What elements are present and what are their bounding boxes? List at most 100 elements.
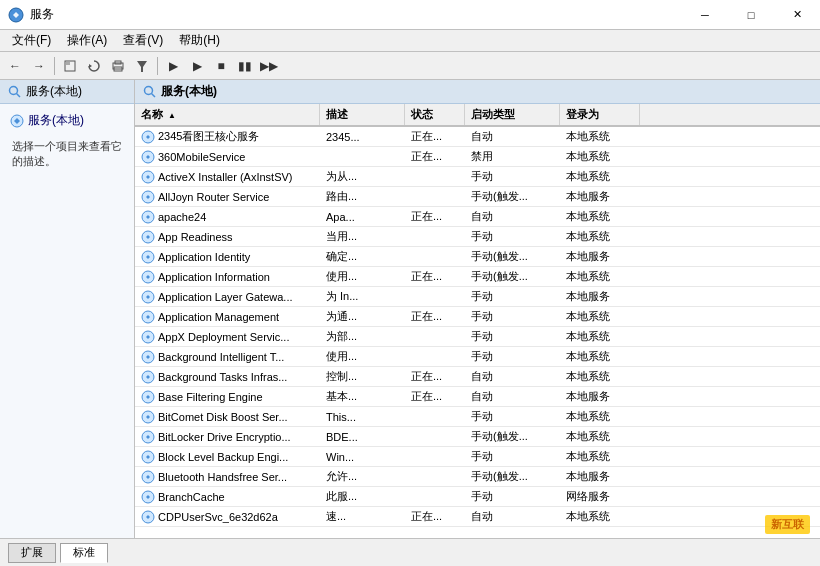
service-name-text: Base Filtering Engine: [158, 391, 263, 403]
title-bar-controls: ─ □ ✕: [682, 0, 820, 30]
tab-standard[interactable]: 标准: [60, 543, 108, 563]
toolbar-filter[interactable]: [131, 55, 153, 77]
cell-start: 自动: [465, 127, 560, 146]
toolbar-play[interactable]: ▶: [162, 55, 184, 77]
table-row[interactable]: Base Filtering Engine 基本... 正在... 自动 本地服…: [135, 387, 820, 407]
cell-login: 本地系统: [560, 347, 640, 366]
toolbar-sep-2: [157, 57, 158, 75]
cell-status: [405, 335, 465, 339]
cell-login: 本地系统: [560, 227, 640, 246]
cell-name: Background Tasks Infras...: [135, 368, 320, 386]
table-row[interactable]: AllJoyn Router Service 路由... 手动(触发... 本地…: [135, 187, 820, 207]
col-header-name[interactable]: 名称 ▲: [135, 104, 320, 125]
toolbar-sep-1: [54, 57, 55, 75]
service-name-text: Block Level Backup Engi...: [158, 451, 288, 463]
cell-desc: 基本...: [320, 387, 405, 406]
status-bar: 扩展 标准: [0, 538, 820, 566]
menu-view[interactable]: 查看(V): [115, 30, 171, 51]
minimize-button[interactable]: ─: [682, 0, 728, 30]
left-pane: 服务(本地) 服务(本地) 选择一个项目来查看它的描述。: [0, 80, 135, 538]
toolbar-up[interactable]: [59, 55, 81, 77]
table-row[interactable]: BitComet Disk Boost Ser... This... 手动 本地…: [135, 407, 820, 427]
table-row[interactable]: Background Intelligent T... 使用... 手动 本地系…: [135, 347, 820, 367]
table-row[interactable]: CDPUserSvc_6e32d62a 速... 正在... 自动 本地系统: [135, 507, 820, 527]
toolbar-play2[interactable]: ▶: [186, 55, 208, 77]
table-row[interactable]: Background Tasks Infras... 控制... 正在... 自…: [135, 367, 820, 387]
cell-status: [405, 255, 465, 259]
toolbar-back[interactable]: ←: [4, 55, 26, 77]
service-name-text: CDPUserSvc_6e32d62a: [158, 511, 278, 523]
cell-status: 正在...: [405, 367, 465, 386]
cell-status: [405, 175, 465, 179]
table-row[interactable]: BitLocker Drive Encryptio... BDE... 手动(触…: [135, 427, 820, 447]
toolbar: ← → ▶ ▶ ■ ▮▮ ▶▶: [0, 52, 820, 80]
col-header-login[interactable]: 登录为: [560, 104, 640, 125]
tab-expand[interactable]: 扩展: [8, 543, 56, 563]
cell-start: 手动: [465, 407, 560, 426]
cell-login: 本地系统: [560, 147, 640, 166]
cell-login: 本地服务: [560, 187, 640, 206]
svg-point-11: [145, 86, 153, 94]
col-header-status[interactable]: 状态: [405, 104, 465, 125]
cell-name: Block Level Backup Engi...: [135, 448, 320, 466]
table-row[interactable]: BranchCache 此服... 手动 网络服务: [135, 487, 820, 507]
toolbar-forward[interactable]: →: [28, 55, 50, 77]
table-row[interactable]: Bluetooth Handsfree Ser... 允许... 手动(触发..…: [135, 467, 820, 487]
menu-help[interactable]: 帮助(H): [171, 30, 228, 51]
cell-login: 本地服务: [560, 387, 640, 406]
close-button[interactable]: ✕: [774, 0, 820, 30]
cell-status: [405, 475, 465, 479]
toolbar-restart[interactable]: ▶▶: [258, 55, 280, 77]
table-row[interactable]: Application Identity 确定... 手动(触发... 本地服务: [135, 247, 820, 267]
table-row[interactable]: Application Management 为通... 正在... 手动 本地…: [135, 307, 820, 327]
toolbar-print[interactable]: [107, 55, 129, 77]
table-row[interactable]: App Readiness 当用... 手动 本地系统: [135, 227, 820, 247]
toolbar-refresh[interactable]: [83, 55, 105, 77]
toolbar-pause[interactable]: ▮▮: [234, 55, 256, 77]
cell-desc: 控制...: [320, 367, 405, 386]
service-icon: [141, 430, 155, 444]
cell-status: 正在...: [405, 267, 465, 286]
service-icon: [141, 390, 155, 404]
cell-status: 正在...: [405, 127, 465, 146]
service-icon: [141, 310, 155, 324]
menu-action[interactable]: 操作(A): [59, 30, 115, 51]
service-table[interactable]: 名称 ▲ 描述 状态 启动类型 登录为 2345看图王核心服务 2345... …: [135, 104, 820, 538]
cell-desc: 速...: [320, 507, 405, 526]
table-row[interactable]: Block Level Backup Engi... Win... 手动 本地系…: [135, 447, 820, 467]
service-name-text: 360MobileService: [158, 151, 245, 163]
cell-desc: 允许...: [320, 467, 405, 486]
service-icon: [141, 210, 155, 224]
col-header-start[interactable]: 启动类型: [465, 104, 560, 125]
table-row[interactable]: apache24 Apa... 正在... 自动 本地系统: [135, 207, 820, 227]
cell-start: 手动: [465, 347, 560, 366]
left-tree-item[interactable]: 服务(本地): [6, 110, 128, 131]
cell-name: BitComet Disk Boost Ser...: [135, 408, 320, 426]
service-icon: [141, 190, 155, 204]
table-row[interactable]: ActiveX Installer (AxInstSV) 为从... 手动 本地…: [135, 167, 820, 187]
cell-status: 正在...: [405, 507, 465, 526]
maximize-button[interactable]: □: [728, 0, 774, 30]
cell-start: 自动: [465, 387, 560, 406]
service-name-text: Application Layer Gatewa...: [158, 291, 293, 303]
table-row[interactable]: Application Layer Gatewa... 为 In... 手动 本…: [135, 287, 820, 307]
table-row[interactable]: 2345看图王核心服务 2345... 正在... 自动 本地系统: [135, 127, 820, 147]
toolbar-stop[interactable]: ■: [210, 55, 232, 77]
service-icon: [141, 270, 155, 284]
cell-desc: 当用...: [320, 227, 405, 246]
col-header-desc[interactable]: 描述: [320, 104, 405, 125]
cell-desc: 为从...: [320, 167, 405, 186]
cell-start: 手动(触发...: [465, 187, 560, 206]
svg-rect-2: [66, 62, 70, 65]
service-icon: [141, 170, 155, 184]
service-icon: [141, 450, 155, 464]
table-row[interactable]: 360MobileService 正在... 禁用 本地系统: [135, 147, 820, 167]
service-name-text: Bluetooth Handsfree Ser...: [158, 471, 287, 483]
menu-file[interactable]: 文件(F): [4, 30, 59, 51]
service-icon: [141, 130, 155, 144]
service-name-text: AppX Deployment Servic...: [158, 331, 289, 343]
table-row[interactable]: AppX Deployment Servic... 为部... 手动 本地系统: [135, 327, 820, 347]
right-pane: 服务(本地) 名称 ▲ 描述 状态 启动类型 登录为 2345看图王核心服务 2…: [135, 80, 820, 538]
cell-login: 本地系统: [560, 407, 640, 426]
table-row[interactable]: Application Information 使用... 正在... 手动(触…: [135, 267, 820, 287]
